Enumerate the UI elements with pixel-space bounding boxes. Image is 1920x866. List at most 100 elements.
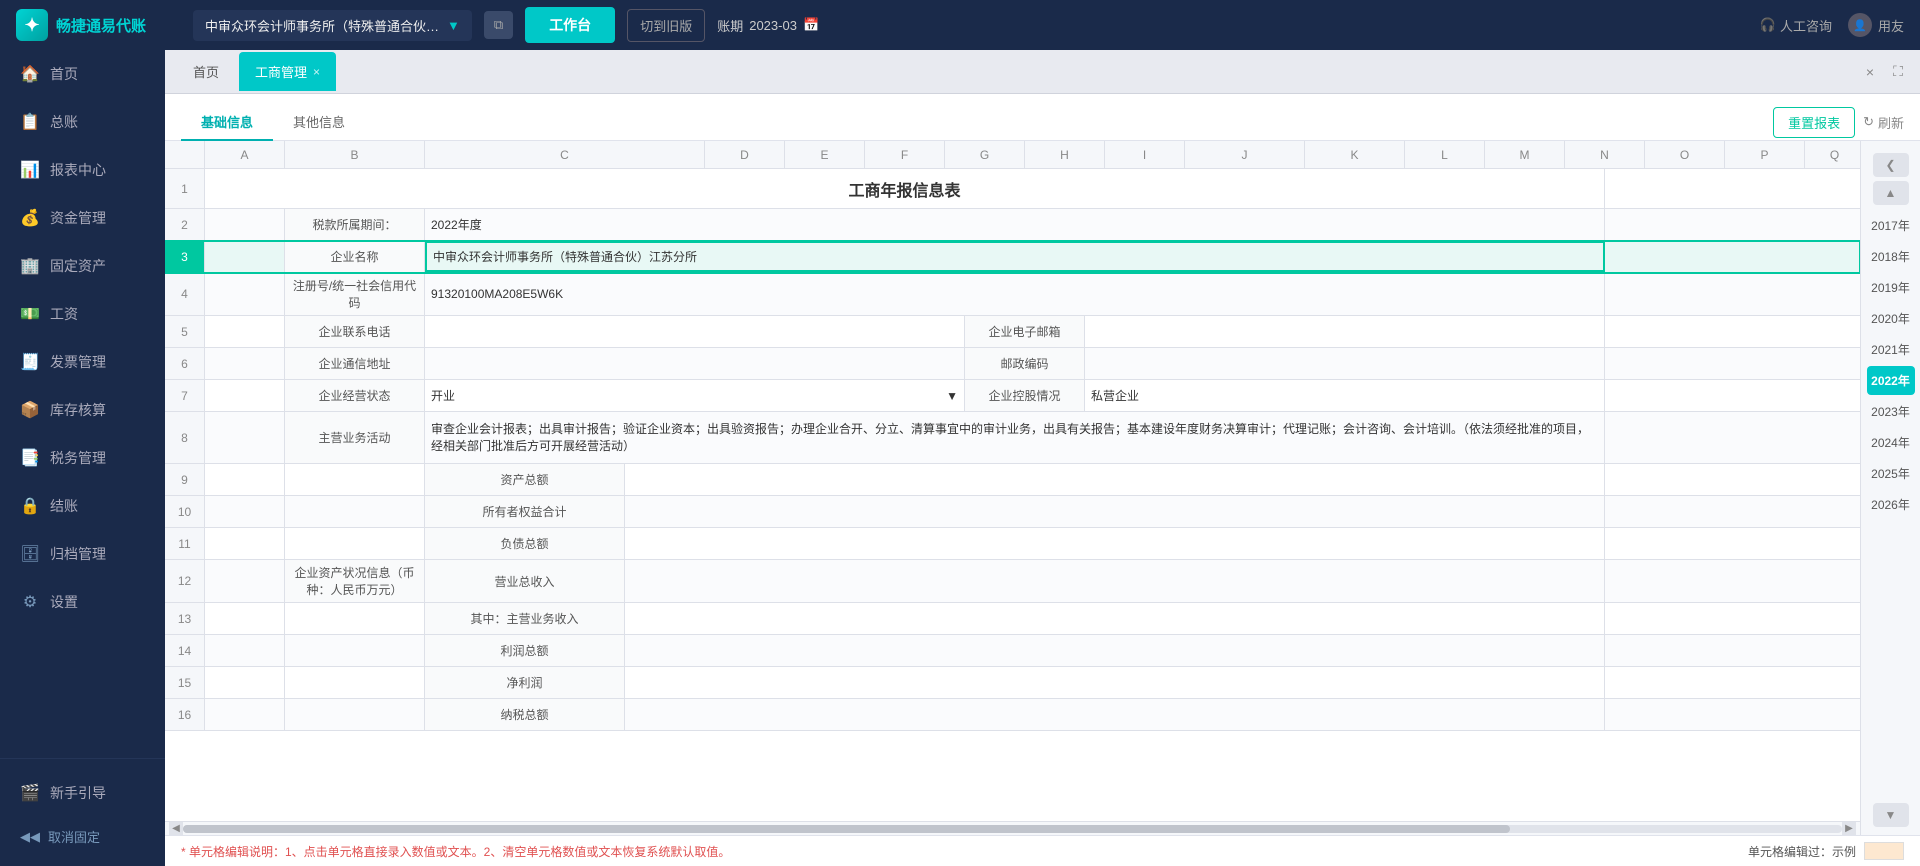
- cell-5-a[interactable]: [205, 316, 285, 347]
- sidebar-item-inventory[interactable]: 📦 库存核算: [0, 386, 165, 434]
- year-item-2020[interactable]: 2020年: [1867, 304, 1915, 333]
- row-num-5: 5: [165, 316, 205, 347]
- sidebar-item-reports[interactable]: 📊 报表中心: [0, 146, 165, 194]
- cell-16-a[interactable]: [205, 699, 285, 730]
- cell-8-a[interactable]: [205, 412, 285, 463]
- tab-industrial[interactable]: 工商管理 ×: [239, 52, 336, 91]
- cell-14-a[interactable]: [205, 635, 285, 666]
- cell-8-business[interactable]: 审查企业会计报表；出具审计报告；验证企业资本；出具验资报告；办理企业合开、分立、…: [425, 412, 1605, 463]
- cell-9-val[interactable]: [625, 464, 1605, 495]
- sidebar-item-ledger[interactable]: 📋 总账: [0, 98, 165, 146]
- cell-12-val[interactable]: [625, 560, 1605, 602]
- h-scroll-right-button[interactable]: ▶: [1842, 822, 1856, 836]
- h-scroll-left-button[interactable]: ◀: [169, 822, 183, 836]
- cell-11-val[interactable]: [625, 528, 1605, 559]
- service-button[interactable]: 🎧 人工咨询: [1760, 16, 1832, 35]
- cell-4-b: 注册号/统一社会信用代码: [285, 273, 425, 315]
- cell-1-title[interactable]: 工商年报信息表: [205, 169, 1605, 208]
- year-item-2024[interactable]: 2024年: [1867, 428, 1915, 457]
- year-item-2022[interactable]: 2022年: [1867, 366, 1915, 395]
- cell-10-b[interactable]: [285, 496, 425, 527]
- table-row-selected[interactable]: 3 企业名称 中审众环会计师事务所（特殊普通合伙）江苏分所: [165, 241, 1860, 273]
- copy-button[interactable]: ⧉: [484, 11, 513, 39]
- year-item-2019[interactable]: 2019年: [1867, 273, 1915, 302]
- sub-tab-basic[interactable]: 基础信息: [181, 104, 273, 141]
- cell-7-holdings[interactable]: 私营企业: [1085, 380, 1605, 411]
- sidebar-item-newuser[interactable]: 🎬 新手引导: [0, 769, 165, 817]
- sidebar-item-assets[interactable]: 🏢 固定资产: [0, 242, 165, 290]
- sidebar-item-invoices[interactable]: 🧾 发票管理: [0, 338, 165, 386]
- h-scroll-area[interactable]: ◀ ▶: [165, 821, 1860, 835]
- cell-15-val[interactable]: [625, 667, 1605, 698]
- sidebar-pin-button[interactable]: ◀◀ 取消固定: [0, 817, 165, 856]
- cell-7-a[interactable]: [205, 380, 285, 411]
- sub-tab-other[interactable]: 其他信息: [273, 104, 365, 141]
- workbench-button[interactable]: 工作台: [525, 7, 615, 43]
- tab-close-button[interactable]: ×: [313, 65, 320, 79]
- cell-6-a[interactable]: [205, 348, 285, 379]
- year-item-2023[interactable]: 2023年: [1867, 397, 1915, 426]
- reset-report-button[interactable]: 重置报表: [1773, 107, 1855, 138]
- cell-15-a[interactable]: [205, 667, 285, 698]
- window-close-button[interactable]: ×: [1860, 62, 1880, 82]
- sidebar-item-archive[interactable]: 🗄 归档管理: [0, 530, 165, 578]
- spreadsheet-body[interactable]: 1 工商年报信息表 2 税款所属期间： 2022年度: [165, 169, 1860, 821]
- h-scroll-track[interactable]: [183, 825, 1842, 833]
- cell-6-addr[interactable]: [425, 348, 965, 379]
- cell-4-a[interactable]: [205, 273, 285, 315]
- cell-10-label: 所有者权益合计: [425, 496, 625, 527]
- cell-5-phone[interactable]: [425, 316, 965, 347]
- right-panel-up-button[interactable]: ▲: [1873, 181, 1909, 205]
- cell-3-company[interactable]: 中审众环会计师事务所（特殊普通合伙）江苏分所: [425, 241, 1605, 272]
- refresh-button[interactable]: ↻ 刷新: [1863, 107, 1904, 138]
- right-panel-down-button[interactable]: ▼: [1873, 803, 1909, 827]
- cell-10-a[interactable]: [205, 496, 285, 527]
- calendar-icon[interactable]: 📅: [803, 17, 819, 33]
- cell-2-c[interactable]: 2022年度: [425, 209, 1605, 240]
- cell-16-b[interactable]: [285, 699, 425, 730]
- cell-13-b[interactable]: [285, 603, 425, 634]
- year-item-2018[interactable]: 2018年: [1867, 242, 1915, 271]
- sidebar-item-home[interactable]: 🏠 首页: [0, 50, 165, 98]
- sidebar-item-tax[interactable]: 📑 税务管理: [0, 434, 165, 482]
- h-scroll-thumb[interactable]: [183, 825, 1510, 833]
- company-selector[interactable]: 中审众环会计师事务所（特殊普通合伙… ▼: [193, 10, 472, 41]
- cell-13-a[interactable]: [205, 603, 285, 634]
- cell-2-a[interactable]: [205, 209, 285, 240]
- sidebar-item-settings[interactable]: ⚙ 设置: [0, 578, 165, 626]
- cell-3-a[interactable]: [205, 241, 285, 272]
- cell-13-val[interactable]: [625, 603, 1605, 634]
- row-num-6: 6: [165, 348, 205, 379]
- copy-icon: ⧉: [494, 17, 503, 32]
- cell-11-b[interactable]: [285, 528, 425, 559]
- old-version-button[interactable]: 切到旧版: [627, 9, 705, 42]
- tab-home[interactable]: 首页: [177, 52, 235, 91]
- sidebar-label-tax: 税务管理: [50, 448, 106, 468]
- cell-6-zip[interactable]: [1085, 348, 1605, 379]
- cell-16-val[interactable]: [625, 699, 1605, 730]
- cell-15-b[interactable]: [285, 667, 425, 698]
- cell-12-b: 企业资产状况信息（币种：人民币万元）: [285, 560, 425, 602]
- cell-7-status[interactable]: 开业 ▼: [425, 380, 965, 411]
- cell-9-b[interactable]: [285, 464, 425, 495]
- assets-icon: 🏢: [20, 256, 40, 276]
- user-area[interactable]: 👤 用友: [1848, 13, 1904, 37]
- window-expand-button[interactable]: ⛶: [1888, 62, 1908, 82]
- cell-9-a[interactable]: [205, 464, 285, 495]
- year-item-2026[interactable]: 2026年: [1867, 490, 1915, 519]
- sidebar-item-funds[interactable]: 💰 资金管理: [0, 194, 165, 242]
- year-item-2025[interactable]: 2025年: [1867, 459, 1915, 488]
- cell-10-val[interactable]: [625, 496, 1605, 527]
- cell-14-val[interactable]: [625, 635, 1605, 666]
- sidebar-item-wages[interactable]: 💵 工资: [0, 290, 165, 338]
- cell-4-regno[interactable]: 91320100MA208E5W6K: [425, 273, 1605, 315]
- cell-14-b[interactable]: [285, 635, 425, 666]
- cell-11-a[interactable]: [205, 528, 285, 559]
- cell-12-a[interactable]: [205, 560, 285, 602]
- year-item-2021[interactable]: 2021年: [1867, 335, 1915, 364]
- inventory-icon: 📦: [20, 400, 40, 420]
- sidebar-item-close[interactable]: 🔒 结账: [0, 482, 165, 530]
- right-panel-collapse-left[interactable]: ❮: [1873, 153, 1909, 177]
- cell-5-email[interactable]: [1085, 316, 1605, 347]
- year-item-2017[interactable]: 2017年: [1867, 211, 1915, 240]
